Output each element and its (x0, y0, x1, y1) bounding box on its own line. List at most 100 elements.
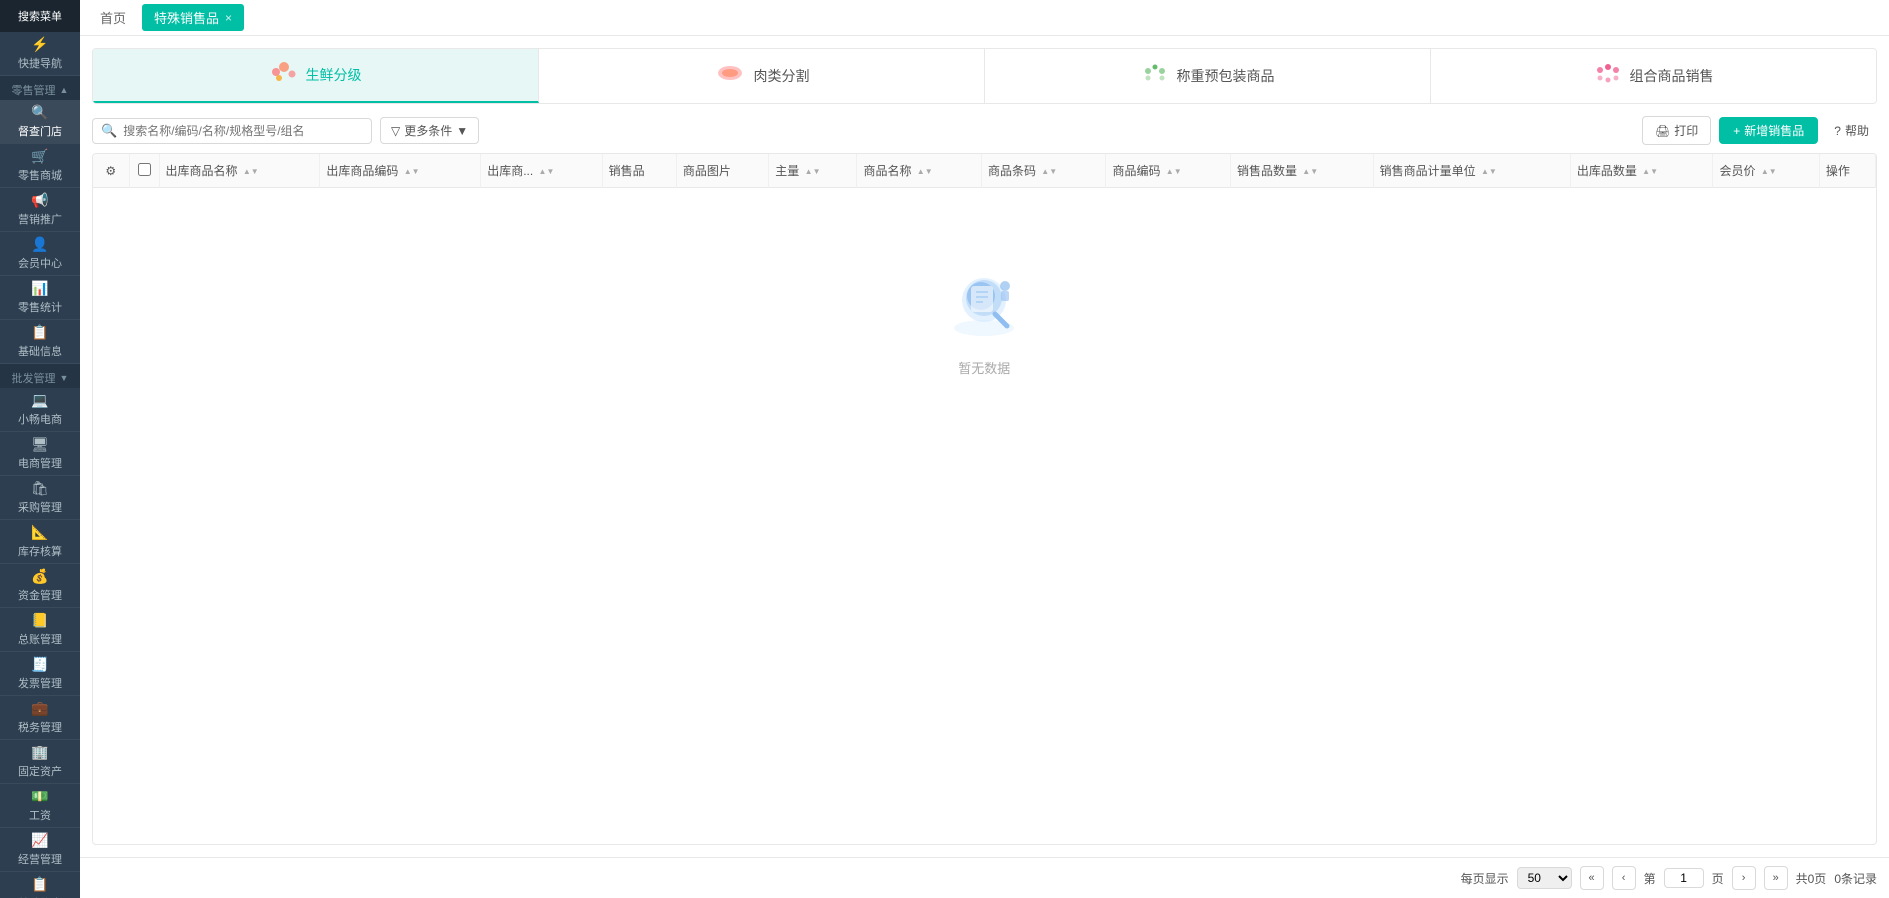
empty-state-illustration (939, 268, 1029, 348)
sidebar-item-marketing[interactable]: 📢 营销推广 (0, 188, 80, 232)
prev-page-button[interactable]: ‹ (1612, 866, 1636, 890)
add-sales-item-button[interactable]: + 新增销售品 (1719, 117, 1818, 144)
sidebar: 搜索菜单 ⚡ 快捷导航 零售管理 ▲ 🔍 督查门店 🛒 零售商城 📢 营销推广 … (0, 0, 80, 898)
sidebar-section-retail[interactable]: 零售管理 ▲ (0, 76, 80, 100)
sort-icon: ▲▼ (243, 167, 259, 176)
sidebar-section-wholesale[interactable]: 批发管理 ▼ (0, 364, 80, 388)
sort-icon: ▲▼ (1041, 167, 1057, 176)
sidebar-item-label: 基础信息 (18, 343, 62, 359)
sidebar-item-ecommerce-mgmt[interactable]: 🖥 电商管理 (0, 432, 80, 476)
help-button[interactable]: ? 帮助 (1826, 117, 1877, 144)
first-page-button[interactable]: « (1580, 866, 1604, 890)
page-input[interactable] (1664, 868, 1704, 888)
sidebar-item-label: 督查门店 (18, 123, 62, 139)
col-out-spec[interactable]: 出库商... ▲▼ (481, 154, 602, 188)
sidebar-item-inventory[interactable]: 📐 库存核算 (0, 520, 80, 564)
supervision-icon: 🔍 (31, 104, 48, 121)
last-page-button[interactable]: » (1764, 866, 1788, 890)
print-button[interactable]: 🖨 打印 (1642, 116, 1711, 145)
sidebar-item-label: 工资 (29, 807, 51, 823)
sidebar-item-mall[interactable]: 🛒 零售商城 (0, 144, 80, 188)
sidebar-item-operations[interactable]: 📈 经营管理 (0, 828, 80, 872)
per-page-select[interactable]: 50 10 20 100 (1517, 867, 1572, 889)
sidebar-item-label: 发票管理 (18, 675, 62, 691)
col-sales-unit[interactable]: 销售商品计量单位 ▲▼ (1373, 154, 1570, 188)
sidebar-item-ledger[interactable]: 📒 总账管理 (0, 608, 80, 652)
sidebar-item-ecommerce-small[interactable]: 💻 小畅电商 (0, 388, 80, 432)
chevron-down-icon: ▲ (60, 85, 69, 95)
next-page-button[interactable]: › (1732, 866, 1756, 890)
settings-icon: ⚙ (105, 164, 116, 178)
home-tab[interactable]: 首页 (92, 4, 134, 31)
active-tab[interactable]: 特殊销售品 × (142, 4, 244, 31)
sort-icon: ▲▼ (1481, 167, 1497, 176)
close-tab-button[interactable]: × (225, 11, 232, 25)
sidebar-item-salary[interactable]: 💵 工资 (0, 784, 80, 828)
total-records: 0条记录 (1834, 870, 1877, 887)
print-label: 打印 (1674, 122, 1698, 139)
col-barcode[interactable]: 商品条码 ▲▼ (981, 154, 1106, 188)
ecommerce-small-icon: 💻 (31, 392, 48, 409)
sidebar-item-tax[interactable]: 💼 税务管理 (0, 696, 80, 740)
sidebar-item-label: 税务管理 (18, 719, 62, 735)
sidebar-item-base-info[interactable]: 📋 基础信息 (0, 320, 80, 364)
sidebar-item-fixed-assets[interactable]: 🏢 固定资产 (0, 740, 80, 784)
sidebar-item-label: 采购管理 (18, 499, 62, 515)
sidebar-logo[interactable]: 搜索菜单 (0, 0, 80, 32)
col-sales-item[interactable]: 销售品 (602, 154, 676, 188)
tab-bar: 生鲜分级 肉类分割 (92, 48, 1877, 104)
col-out-name[interactable]: 出库商品名称 ▲▼ (159, 154, 320, 188)
sort-icon: ▲▼ (1642, 167, 1658, 176)
sidebar-item-label: 会员中心 (18, 255, 62, 271)
search-icon: 🔍 (101, 123, 117, 139)
col-image[interactable]: 商品图片 (676, 154, 768, 188)
sidebar-item-label: 小畅电商 (18, 411, 62, 427)
sidebar-item-purchase[interactable]: 🛍 采购管理 (0, 476, 80, 520)
sidebar-item-label: 零售统计 (18, 299, 62, 315)
sidebar-section-label: 批发管理 (12, 370, 56, 386)
tab-weigh-prepack[interactable]: 称重预包装商品 (985, 49, 1431, 103)
sidebar-item-label: 总账管理 (18, 631, 62, 647)
base-info-icon: 📋 (31, 324, 48, 341)
table-header-row: ⚙ 出库商品名称 ▲▼ 出库商品编码 ▲▼ (93, 154, 1876, 188)
tab-meat-cutting-label: 肉类分割 (754, 66, 810, 86)
col-weight[interactable]: 主量 ▲▼ (769, 154, 857, 188)
col-out-qty[interactable]: 出库品数量 ▲▼ (1570, 154, 1713, 188)
select-all-checkbox[interactable] (138, 163, 151, 176)
tab-meat-cutting[interactable]: 肉类分割 (539, 49, 985, 103)
sidebar-item-member[interactable]: 👤 会员中心 (0, 232, 80, 276)
col-sales-qty[interactable]: 销售品数量 ▲▼ (1230, 154, 1373, 188)
search-input[interactable] (123, 124, 363, 138)
table-body: 暂无数据 (93, 188, 1876, 458)
tab-fresh-grading[interactable]: 生鲜分级 (93, 49, 539, 103)
operations-icon: 📈 (31, 832, 48, 849)
col-goods-code[interactable]: 商品编码 ▲▼ (1106, 154, 1231, 188)
help-icon: ? (1834, 124, 1841, 138)
col-checkbox[interactable] (129, 154, 159, 188)
sidebar-item-label: 零售商城 (18, 167, 62, 183)
tab-combo-sales[interactable]: 组合商品销售 (1431, 49, 1876, 103)
col-goods-name[interactable]: 商品名称 ▲▼ (857, 154, 982, 188)
salary-icon: 💵 (31, 788, 48, 805)
sidebar-item-retail-stats[interactable]: 📊 零售统计 (0, 276, 80, 320)
sidebar-item-finance[interactable]: 💰 资金管理 (0, 564, 80, 608)
add-label: 新增销售品 (1744, 122, 1804, 139)
sidebar-item-invoice[interactable]: 🧾 发票管理 (0, 652, 80, 696)
toolbar-left: 🔍 ▽ 更多条件 ▼ (92, 117, 479, 144)
col-settings[interactable]: ⚙ (93, 154, 129, 188)
sidebar-item-label: 电商管理 (18, 455, 62, 471)
sort-icon: ▲▼ (1761, 167, 1777, 176)
sidebar-item-base-info2[interactable]: 📋 基础信息 (0, 872, 80, 898)
page-suffix: 页 (1712, 870, 1724, 887)
base-info2-icon: 📋 (31, 876, 48, 893)
sidebar-item-supervision[interactable]: 🔍 督查门店 (0, 100, 80, 144)
col-member-price[interactable]: 会员价 ▲▼ (1713, 154, 1819, 188)
sidebar-item-quick-nav[interactable]: ⚡ 快捷导航 (0, 32, 80, 76)
mall-icon: 🛒 (31, 148, 48, 165)
col-out-code[interactable]: 出库商品编码 ▲▼ (320, 154, 481, 188)
finance-icon: 💰 (31, 568, 48, 585)
total-pages: 共0页 (1796, 870, 1827, 887)
search-box[interactable]: 🔍 (92, 118, 372, 144)
filter-button[interactable]: ▽ 更多条件 ▼ (380, 117, 479, 144)
main-area: 首页 特殊销售品 × 生鲜分级 (80, 0, 1889, 898)
